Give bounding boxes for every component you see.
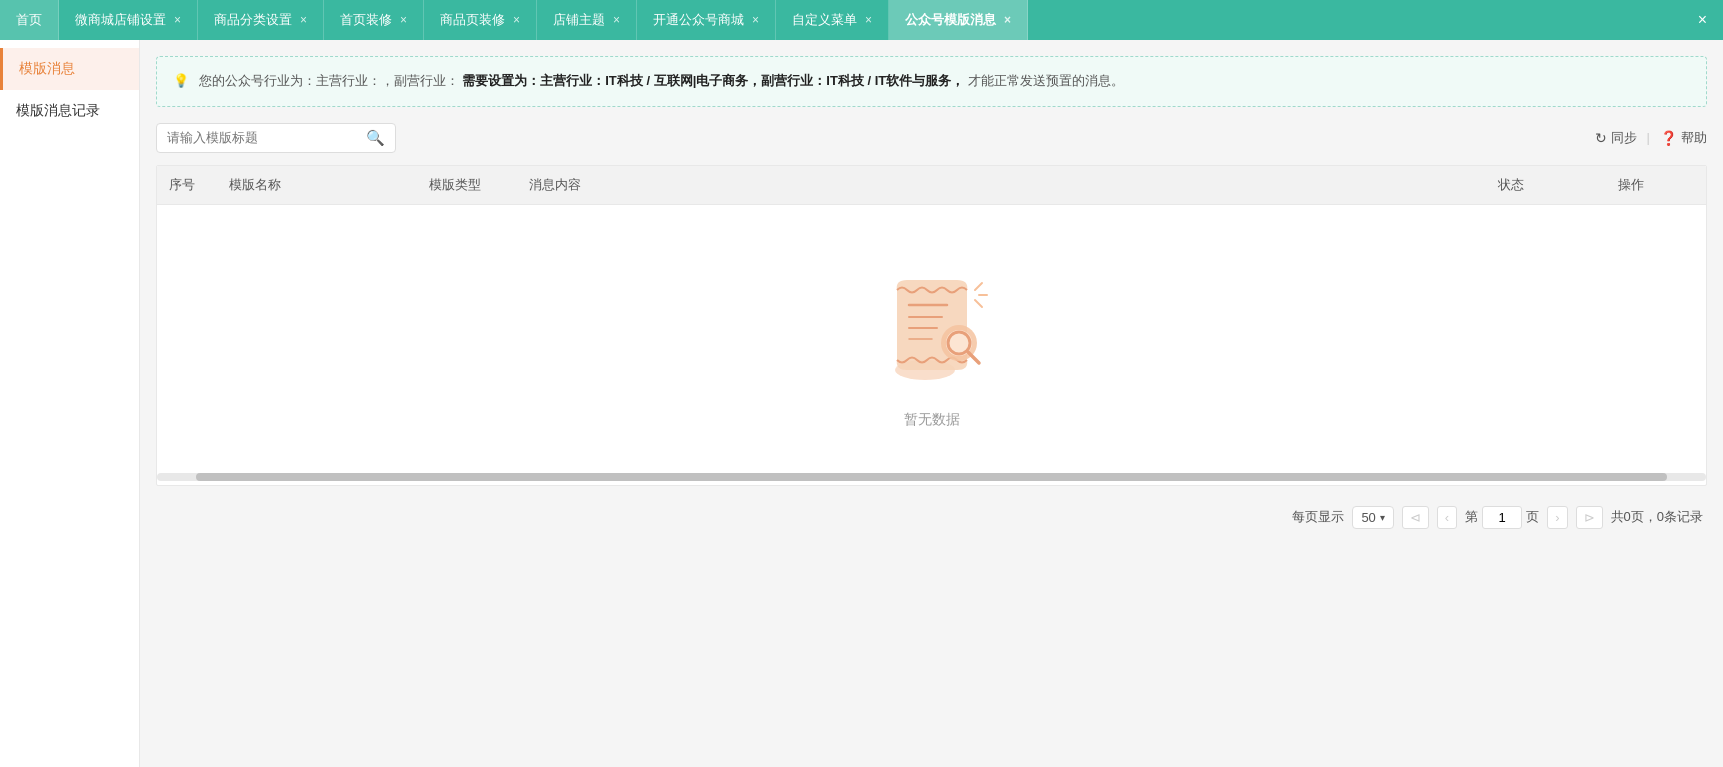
pagination-bar: 每页显示 50 ▾ ⊲ ‹ 第 页 › ⊳ 共0页，0条记录 bbox=[156, 498, 1707, 537]
notice-prefix: 您的公众号行业为：主营行业：，副营行业： bbox=[199, 73, 459, 88]
tab-product-category[interactable]: 商品分类设置 × bbox=[198, 0, 324, 40]
col-status: 状态 bbox=[1486, 166, 1606, 205]
per-page-value: 50 bbox=[1361, 510, 1375, 525]
sidebar-item-template-record[interactable]: 模版消息记录 bbox=[0, 90, 139, 132]
total-info: 共0页，0条记录 bbox=[1611, 508, 1703, 526]
first-page-btn[interactable]: ⊲ bbox=[1402, 506, 1429, 529]
sidebar-item-template-msg[interactable]: 模版消息 bbox=[0, 48, 139, 90]
col-action: 操作 bbox=[1606, 166, 1706, 205]
search-actions: ↻ 同步 | ❓ 帮助 bbox=[1595, 129, 1707, 147]
tab-home[interactable]: 首页 bbox=[0, 0, 59, 40]
close-tab-weishangcheng[interactable]: × bbox=[174, 13, 181, 27]
close-tab-home-decor[interactable]: × bbox=[400, 13, 407, 27]
page-label: 第 bbox=[1465, 508, 1478, 526]
close-tab-template-msg[interactable]: × bbox=[1004, 13, 1011, 27]
main-layout: 模版消息 模版消息记录 💡 您的公众号行业为：主营行业：，副营行业： 需要设置为… bbox=[0, 40, 1723, 767]
page-unit: 页 bbox=[1526, 508, 1539, 526]
tab-store-theme[interactable]: 店铺主题 × bbox=[537, 0, 637, 40]
tab-custom-menu[interactable]: 自定义菜单 × bbox=[776, 0, 889, 40]
help-button[interactable]: ❓ 帮助 bbox=[1660, 129, 1707, 147]
search-icon[interactable]: 🔍 bbox=[366, 129, 385, 147]
per-page-select[interactable]: 50 ▾ bbox=[1352, 506, 1393, 529]
tab-product-decor[interactable]: 商品页装修 × bbox=[424, 0, 537, 40]
empty-text: 暂无数据 bbox=[904, 411, 960, 429]
empty-illustration bbox=[867, 265, 997, 395]
sidebar: 模版消息 模版消息记录 bbox=[0, 40, 140, 767]
notice-highlight: 需要设置为：主营行业：IT科技 / 互联网|电子商务，副营行业：IT科技 / I… bbox=[462, 73, 964, 88]
per-page-label: 每页显示 bbox=[1292, 508, 1344, 526]
col-name: 模版名称 bbox=[217, 166, 417, 205]
horizontal-scrollbar[interactable] bbox=[157, 473, 1706, 481]
tab-template-msg[interactable]: 公众号模版消息 × bbox=[889, 0, 1028, 40]
search-input-wrap: 🔍 bbox=[156, 123, 396, 153]
empty-state: 暂无数据 bbox=[157, 205, 1706, 469]
help-label: 帮助 bbox=[1681, 129, 1707, 147]
table-wrap: 序号 模版名称 模版类型 消息内容 状态 操作 bbox=[156, 165, 1707, 486]
table-body: 暂无数据 bbox=[157, 204, 1706, 469]
sync-icon: ↻ bbox=[1595, 130, 1607, 146]
table-header: 序号 模版名称 模版类型 消息内容 状态 操作 bbox=[157, 166, 1706, 205]
next-page-btn[interactable]: › bbox=[1547, 506, 1567, 529]
data-table: 序号 模版名称 模版类型 消息内容 状态 操作 bbox=[157, 166, 1706, 469]
sync-button[interactable]: ↻ 同步 bbox=[1595, 129, 1637, 147]
close-tab-store-theme[interactable]: × bbox=[613, 13, 620, 27]
close-tab-product-decor[interactable]: × bbox=[513, 13, 520, 27]
tab-bar: 首页 微商城店铺设置 × 商品分类设置 × 首页装修 × 商品页装修 × 店铺主… bbox=[0, 0, 1723, 40]
help-icon: ❓ bbox=[1660, 130, 1677, 146]
tab-weishangcheng[interactable]: 微商城店铺设置 × bbox=[59, 0, 198, 40]
prev-page-btn[interactable]: ‹ bbox=[1437, 506, 1457, 529]
tab-home-decor[interactable]: 首页装修 × bbox=[324, 0, 424, 40]
content-area: 💡 您的公众号行业为：主营行业：，副营行业： 需要设置为：主营行业：IT科技 /… bbox=[140, 40, 1723, 767]
svg-line-11 bbox=[975, 300, 982, 307]
search-bar: 🔍 ↻ 同步 | ❓ 帮助 bbox=[156, 123, 1707, 153]
page-input-wrap: 第 页 bbox=[1465, 506, 1539, 529]
close-tab-custom-menu[interactable]: × bbox=[865, 13, 872, 27]
notice-suffix: 才能正常发送预置的消息。 bbox=[968, 73, 1124, 88]
scrollbar-thumb[interactable] bbox=[196, 473, 1668, 481]
global-close-btn[interactable]: × bbox=[1682, 11, 1723, 29]
col-content: 消息内容 bbox=[517, 166, 1486, 205]
tab-open-store[interactable]: 开通公众号商城 × bbox=[637, 0, 776, 40]
search-input[interactable] bbox=[167, 130, 366, 145]
sync-label: 同步 bbox=[1611, 129, 1637, 147]
svg-line-9 bbox=[975, 283, 982, 290]
last-page-btn[interactable]: ⊳ bbox=[1576, 506, 1603, 529]
page-input[interactable] bbox=[1482, 506, 1522, 529]
notice-icon: 💡 bbox=[173, 73, 189, 88]
close-tab-product-category[interactable]: × bbox=[300, 13, 307, 27]
notice-box: 💡 您的公众号行业为：主营行业：，副营行业： 需要设置为：主营行业：IT科技 /… bbox=[156, 56, 1707, 107]
col-index: 序号 bbox=[157, 166, 217, 205]
per-page-chevron: ▾ bbox=[1380, 512, 1385, 523]
divider: | bbox=[1647, 130, 1650, 145]
close-tab-open-store[interactable]: × bbox=[752, 13, 759, 27]
col-type: 模版类型 bbox=[417, 166, 517, 205]
